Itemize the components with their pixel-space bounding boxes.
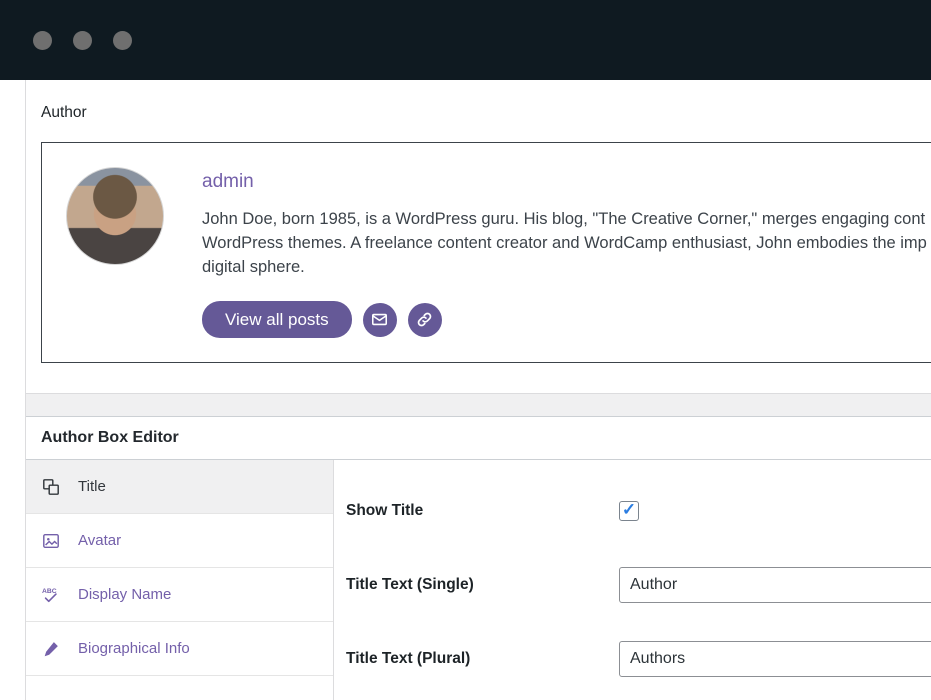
field-row-title-single: Title Text (Single) xyxy=(346,564,931,606)
title-text-single-input[interactable] xyxy=(619,567,931,603)
image-icon xyxy=(42,532,60,550)
author-name-link[interactable]: admin xyxy=(202,171,254,193)
author-box-preview: admin John Doe, born 1985, is a WordPres… xyxy=(41,142,931,363)
field-row-title-plural: Title Text (Plural) xyxy=(346,638,931,680)
show-title-label: Show Title xyxy=(346,502,619,520)
author-box-editor-panel: Author Box Editor Title xyxy=(26,416,931,700)
author-info: admin John Doe, born 1985, is a WordPres… xyxy=(202,167,927,338)
view-all-posts-button[interactable]: View all posts xyxy=(202,301,352,338)
author-section-title: Author xyxy=(41,104,931,122)
bio-line: WordPress themes. A freelance content cr… xyxy=(202,231,927,255)
section-divider xyxy=(26,393,931,416)
abc-spellcheck-icon: ABC xyxy=(42,586,60,604)
editor-fields: Show Title Title Text (Single) Title Tex… xyxy=(334,460,931,700)
title-pages-icon xyxy=(42,478,60,496)
screen: Author admin John Doe, born 1985, is a W… xyxy=(0,0,931,700)
tab-label: Avatar xyxy=(78,532,121,549)
tab-label: Display Name xyxy=(78,586,171,603)
tab-biographical-info[interactable]: Biographical Info xyxy=(26,622,333,676)
pencil-icon xyxy=(42,640,60,658)
svg-text:ABC: ABC xyxy=(42,588,57,595)
show-title-checkbox[interactable] xyxy=(619,501,639,521)
tab-label: Title xyxy=(78,478,106,495)
window-control-3[interactable] xyxy=(113,31,132,50)
window-control-2[interactable] xyxy=(73,31,92,50)
tab-label: Biographical Info xyxy=(78,640,190,657)
website-chain-link-icon[interactable] xyxy=(408,303,442,337)
email-icon[interactable] xyxy=(363,303,397,337)
title-text-plural-label: Title Text (Plural) xyxy=(346,650,619,668)
tab-title[interactable]: Title xyxy=(26,460,333,514)
tab-avatar[interactable]: Avatar xyxy=(26,514,333,568)
editor-body: Title Avatar xyxy=(26,460,931,700)
tab-display-name[interactable]: ABC Display Name xyxy=(26,568,333,622)
window-control-1[interactable] xyxy=(33,31,52,50)
title-text-single-label: Title Text (Single) xyxy=(346,576,619,594)
author-bio: John Doe, born 1985, is a WordPress guru… xyxy=(202,207,927,279)
editor-tabs: Title Avatar xyxy=(26,460,334,700)
field-row-show-title: Show Title xyxy=(346,490,931,532)
author-preview-section: Author admin John Doe, born 1985, is a W… xyxy=(26,80,931,393)
bio-line: digital sphere. xyxy=(202,255,927,279)
author-actions: View all posts xyxy=(202,301,927,338)
content-wrapper: Author admin John Doe, born 1985, is a W… xyxy=(25,80,931,700)
editor-title: Author Box Editor xyxy=(41,429,931,447)
bio-line: John Doe, born 1985, is a WordPress guru… xyxy=(202,207,927,231)
editor-header: Author Box Editor xyxy=(26,417,931,460)
browser-chrome xyxy=(0,0,931,80)
title-text-plural-input[interactable] xyxy=(619,641,931,677)
author-avatar xyxy=(66,167,164,265)
